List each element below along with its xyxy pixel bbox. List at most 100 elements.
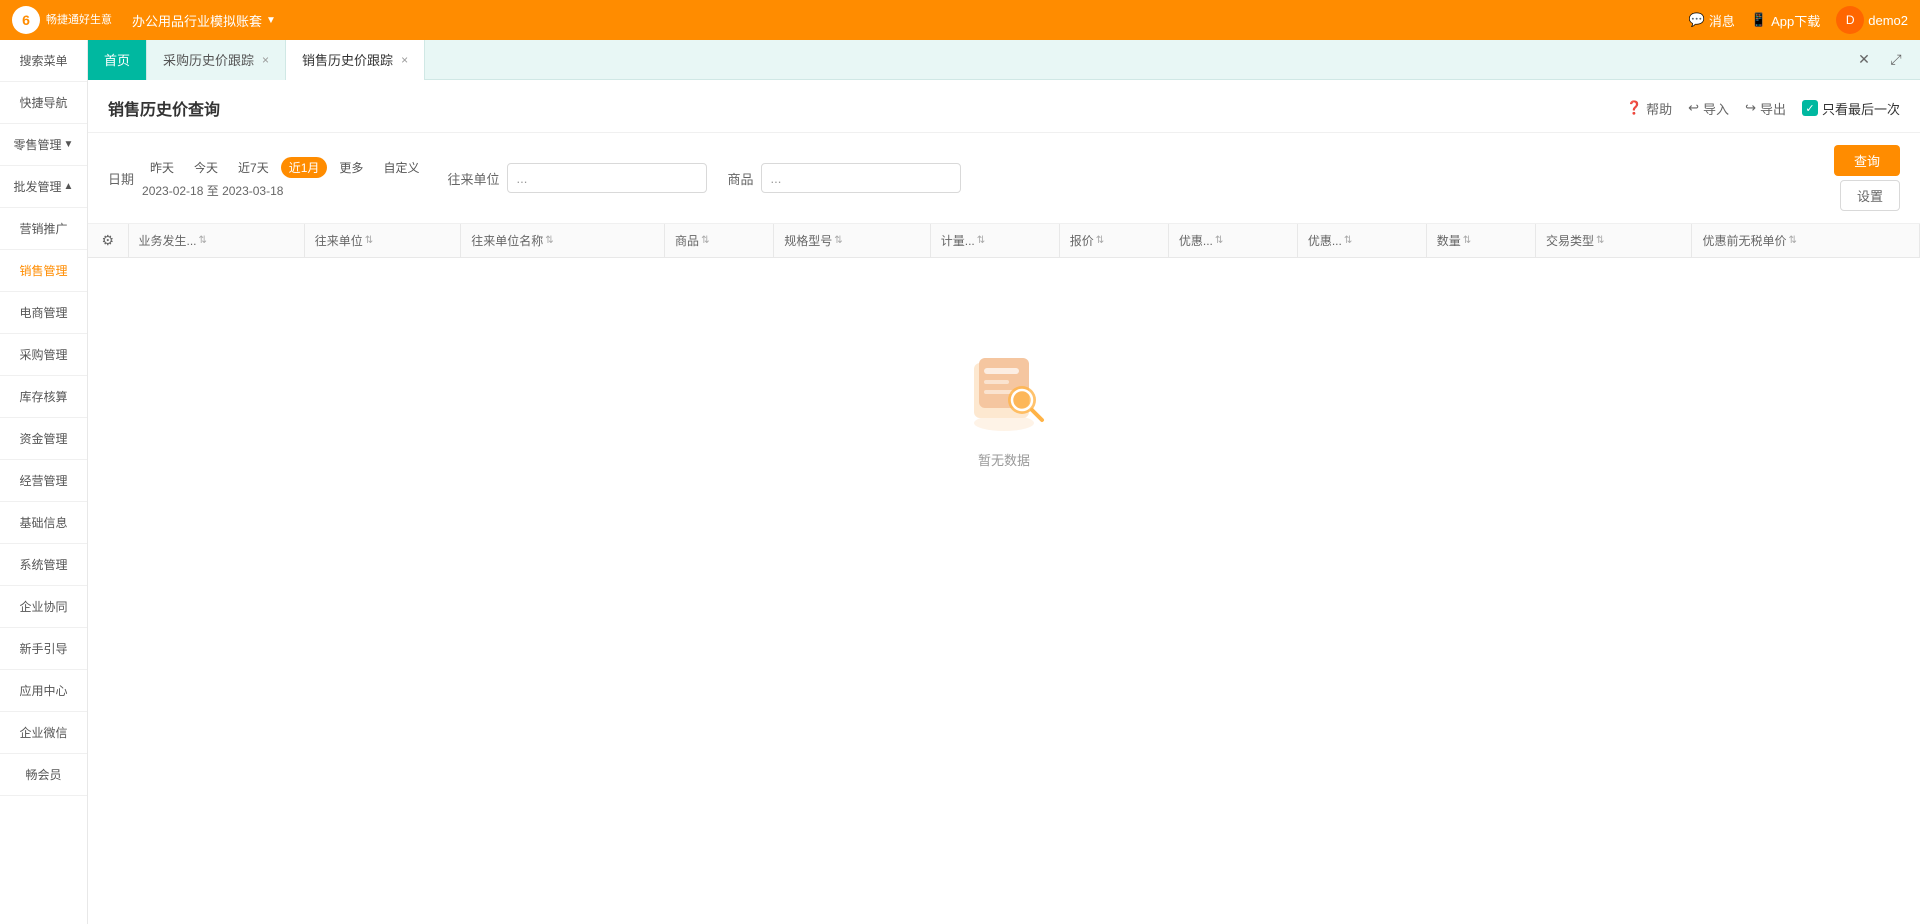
th-settings[interactable]: ⚙: [88, 224, 128, 258]
logo-icon: 6: [12, 6, 40, 34]
avatar: D: [1836, 6, 1864, 34]
sort-icon: ⇅: [834, 235, 842, 246]
date-btn-1month[interactable]: 近1月: [281, 157, 328, 178]
tab-home-label: 首页: [104, 50, 130, 69]
date-buttons: 昨天 今天 近7天 近1月 更多 自定义: [142, 157, 427, 178]
sort-icon: ⇅: [1215, 235, 1223, 246]
sort-icon: ⇅: [1788, 235, 1796, 246]
th-biz-date[interactable]: 业务发生... ⇅: [128, 224, 304, 258]
date-btn-7days[interactable]: 近7天: [230, 157, 277, 178]
sidebar-item-membership[interactable]: 畅会员: [0, 754, 87, 796]
page-header-actions: ❓ 帮助 ↩ 导入 ↪ 导出 ✓ 只看最后一次: [1626, 99, 1900, 118]
maximize-button[interactable]: ⤢: [1884, 48, 1908, 72]
export-button[interactable]: ↪ 导出: [1745, 99, 1786, 118]
import-label: 导入: [1703, 99, 1729, 118]
query-button[interactable]: 查询: [1834, 145, 1900, 176]
main-layout: 搜索菜单 快捷导航 零售管理 ▼ 批发管理 ▲ 营销推广 销售管理 电商管理 采…: [0, 40, 1920, 924]
sidebar-item-wholesale[interactable]: 批发管理 ▲: [0, 166, 87, 208]
th-product[interactable]: 商品 ⇅: [665, 224, 774, 258]
sort-icon: ⇅: [365, 235, 373, 246]
checkbox-icon: ✓: [1802, 100, 1818, 116]
date-btn-yesterday[interactable]: 昨天: [142, 157, 182, 178]
help-button[interactable]: ❓ 帮助: [1626, 99, 1672, 118]
sort-icon: ⇅: [977, 235, 985, 246]
page-header: 销售历史价查询 ❓ 帮助 ↩ 导入 ↪ 导出 ✓: [88, 80, 1920, 133]
logo-text: 畅捷通好生意: [46, 13, 112, 27]
sort-icon: ⇅: [1596, 235, 1604, 246]
sidebar-item-guide[interactable]: 新手引导: [0, 628, 87, 670]
empty-icon: [954, 338, 1054, 438]
tab-sales-close[interactable]: ×: [401, 53, 408, 67]
th-discount2[interactable]: 优惠... ⇅: [1297, 224, 1426, 258]
sidebar-item-finance[interactable]: 资金管理: [0, 418, 87, 460]
sidebar-item-inventory[interactable]: 库存核算: [0, 376, 87, 418]
th-partner-name[interactable]: 往来单位名称 ⇅: [461, 224, 665, 258]
table-container: ⚙ 业务发生... ⇅ 往来单位: [88, 224, 1920, 549]
sidebar-item-shortcut[interactable]: 快捷导航: [0, 82, 87, 124]
sidebar-item-system[interactable]: 系统管理: [0, 544, 87, 586]
sidebar-item-enterprise[interactable]: 企业协同: [0, 586, 87, 628]
empty-text: 暂无数据: [978, 450, 1030, 469]
th-unit[interactable]: 计量... ⇅: [930, 224, 1059, 258]
sidebar-item-wechat[interactable]: 企业微信: [0, 712, 87, 754]
tab-purchase[interactable]: 采购历史价跟踪 ×: [147, 40, 286, 80]
page-content: 销售历史价查询 ❓ 帮助 ↩ 导入 ↪ 导出 ✓: [88, 80, 1920, 924]
chevron-up-icon: ▲: [64, 181, 74, 192]
product-filter-group: 商品 ...: [727, 163, 961, 193]
date-btn-today[interactable]: 今天: [186, 157, 226, 178]
data-table: ⚙ 业务发生... ⇅ 往来单位: [88, 224, 1920, 258]
th-spec[interactable]: 规格型号 ⇅: [774, 224, 931, 258]
content-area: 首页 采购历史价跟踪 × 销售历史价跟踪 × ✕ ⤢ 销售历史价查询: [88, 40, 1920, 924]
user-area[interactable]: D demo2: [1836, 6, 1908, 34]
empty-state: 暂无数据: [88, 258, 1920, 549]
sidebar-item-search[interactable]: 搜索菜单: [0, 40, 87, 82]
export-label: 导出: [1760, 99, 1786, 118]
th-quote[interactable]: 报价 ⇅: [1059, 224, 1168, 258]
date-filter-group: 日期 昨天 今天 近7天 近1月 更多 自定义 2023-02-18 至 202…: [108, 157, 427, 199]
app-download-button[interactable]: 📱 App下载: [1751, 11, 1820, 30]
tab-purchase-close[interactable]: ×: [262, 53, 269, 67]
sidebar-item-operations[interactable]: 经营管理: [0, 460, 87, 502]
app-selector[interactable]: 办公用品行业模拟账套 ▼: [132, 11, 276, 30]
partner-input[interactable]: ...: [507, 163, 707, 193]
th-qty[interactable]: 数量 ⇅: [1426, 224, 1535, 258]
filter-action-area: 查询 设置: [1834, 145, 1900, 211]
close-window-button[interactable]: ✕: [1852, 48, 1876, 72]
product-filter-label: 商品: [727, 169, 753, 188]
th-discount1[interactable]: 优惠... ⇅: [1168, 224, 1297, 258]
only-last-label: 只看最后一次: [1822, 99, 1900, 118]
import-button[interactable]: ↩ 导入: [1688, 99, 1729, 118]
sidebar-item-sales[interactable]: 销售管理: [0, 250, 87, 292]
chevron-down-icon: ▼: [266, 15, 276, 26]
chevron-down-icon: ▼: [64, 139, 74, 150]
sidebar-item-apps[interactable]: 应用中心: [0, 670, 87, 712]
sidebar-item-marketing[interactable]: 营销推广: [0, 208, 87, 250]
product-input[interactable]: ...: [761, 163, 961, 193]
download-icon: 📱: [1751, 12, 1767, 28]
settings-button[interactable]: 设置: [1840, 180, 1900, 211]
message-button[interactable]: 💬 消息: [1689, 11, 1735, 30]
sort-icon: ⇅: [1096, 235, 1104, 246]
th-trade-type[interactable]: 交易类型 ⇅: [1535, 224, 1692, 258]
sort-icon: ⇅: [199, 235, 207, 246]
th-partner[interactable]: 往来单位 ⇅: [304, 224, 461, 258]
top-bar-right: 💬 消息 📱 App下载 D demo2: [1689, 6, 1908, 34]
sort-icon: ⇅: [701, 235, 709, 246]
only-last-checkbox[interactable]: ✓ 只看最后一次: [1802, 99, 1900, 118]
sidebar: 搜索菜单 快捷导航 零售管理 ▼ 批发管理 ▲ 营销推广 销售管理 电商管理 采…: [0, 40, 88, 924]
sidebar-item-ecommerce[interactable]: 电商管理: [0, 292, 87, 334]
partner-input-dots: ...: [516, 171, 527, 186]
th-pre-tax-price[interactable]: 优惠前无税单价 ⇅: [1692, 224, 1920, 258]
date-btn-more[interactable]: 更多: [331, 157, 371, 178]
sort-icon: ⇅: [545, 235, 553, 246]
partner-filter-group: 往来单位 ...: [447, 163, 707, 193]
sidebar-item-purchase[interactable]: 采购管理: [0, 334, 87, 376]
sidebar-item-retail[interactable]: 零售管理 ▼: [0, 124, 87, 166]
tab-sales[interactable]: 销售历史价跟踪 ×: [286, 40, 425, 80]
top-bar: 6 畅捷通好生意 办公用品行业模拟账套 ▼ 💬 消息 📱 App下载 D dem…: [0, 0, 1920, 40]
gear-icon[interactable]: ⚙: [101, 232, 114, 248]
date-btn-custom[interactable]: 自定义: [375, 157, 427, 178]
tab-home[interactable]: 首页: [88, 40, 147, 80]
sidebar-item-basic[interactable]: 基础信息: [0, 502, 87, 544]
export-icon: ↪: [1745, 100, 1756, 116]
